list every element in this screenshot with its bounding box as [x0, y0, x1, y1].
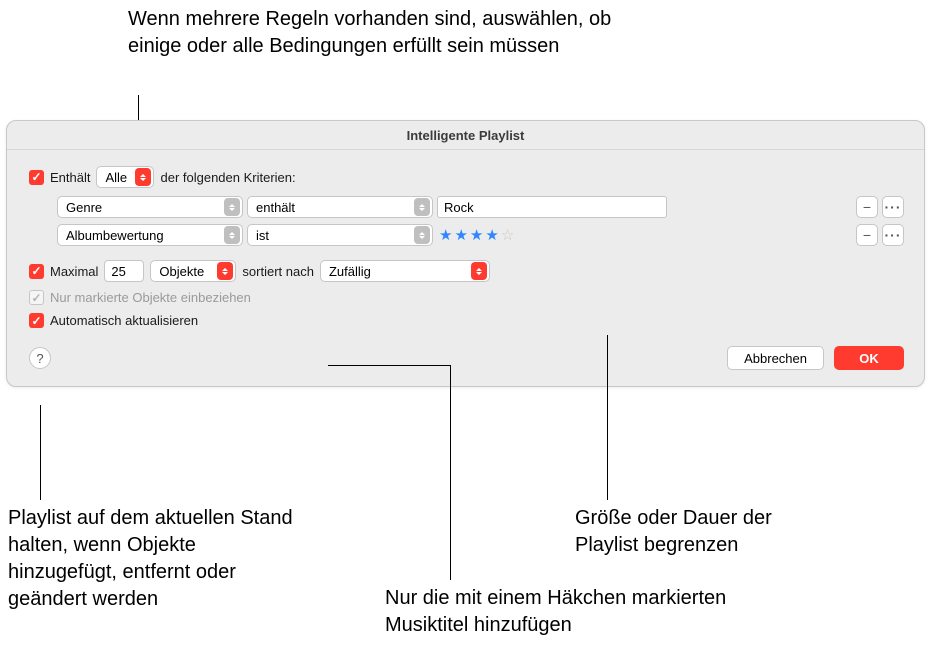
dialog-body: Enthält Alle der folgenden Kriterien: Ge…	[7, 150, 924, 386]
dialog-footer: ? Abbrechen OK	[29, 346, 904, 370]
dialog-title: Intelligente Playlist	[7, 121, 924, 150]
rule-row: Genre enthält Rock − ···	[57, 196, 904, 218]
limit-value-text: 25	[111, 264, 125, 279]
limit-sort-value: Zufällig	[329, 264, 467, 279]
limit-label: Maximal	[50, 264, 98, 279]
only-checked-checkbox[interactable]	[29, 290, 44, 305]
callout-only-checked: Nur die mit einem Häkchen markierten Mus…	[385, 585, 765, 639]
rule-op-popup[interactable]: ist	[247, 224, 433, 246]
rule-more-button[interactable]: ···	[882, 196, 904, 218]
chevron-updown-icon	[217, 262, 233, 280]
callout-line	[328, 365, 451, 366]
only-checked-row: Nur markierte Objekte einbeziehen	[29, 290, 904, 305]
rule-op-value: ist	[256, 228, 410, 243]
rule-field-value: Albumbewertung	[66, 228, 220, 243]
callout-limit: Größe oder Dauer der Playlist begrenzen	[575, 505, 835, 559]
chevron-updown-icon	[224, 226, 240, 244]
star-outline-icon: ☆	[501, 226, 516, 244]
limit-checkbox[interactable]	[29, 264, 44, 279]
match-label: Enthält	[50, 170, 90, 185]
limit-value-input[interactable]: 25	[104, 260, 144, 282]
cancel-button[interactable]: Abbrechen	[727, 346, 824, 370]
rule-value-text: Rock	[444, 200, 474, 215]
only-checked-label: Nur markierte Objekte einbeziehen	[50, 290, 251, 305]
remove-rule-button[interactable]: −	[856, 224, 878, 246]
live-update-checkbox[interactable]	[29, 313, 44, 328]
match-row: Enthält Alle der folgenden Kriterien:	[29, 166, 904, 188]
callout-match-mode: Wenn mehrere Regeln vorhanden sind, ausw…	[128, 6, 638, 60]
ok-button[interactable]: OK	[834, 346, 904, 370]
rule-op-value: enthält	[256, 200, 410, 215]
callout-line	[40, 405, 41, 500]
star-icon: ★	[470, 226, 485, 244]
callout-line	[607, 335, 608, 500]
rule-more-button[interactable]: ···	[882, 224, 904, 246]
rule-field-value: Genre	[66, 200, 220, 215]
chevron-updown-icon	[414, 198, 430, 216]
callout-line	[450, 365, 451, 580]
limit-row: Maximal 25 Objekte sortiert nach Zufälli…	[29, 260, 904, 282]
smart-playlist-dialog: Intelligente Playlist Enthält Alle der f…	[6, 120, 925, 387]
live-update-label: Automatisch aktualisieren	[50, 313, 198, 328]
rule-row: Albumbewertung ist ★ ★ ★ ★ ☆ − ···	[57, 224, 904, 246]
live-update-row: Automatisch aktualisieren	[29, 313, 904, 328]
rule-field-popup[interactable]: Genre	[57, 196, 243, 218]
star-icon: ★	[439, 226, 454, 244]
star-icon: ★	[454, 226, 469, 244]
rule-field-popup[interactable]: Albumbewertung	[57, 224, 243, 246]
remove-rule-button[interactable]: −	[856, 196, 878, 218]
match-suffix: der folgenden Kriterien:	[160, 170, 295, 185]
chevron-updown-icon	[414, 226, 430, 244]
rule-op-popup[interactable]: enthält	[247, 196, 433, 218]
chevron-updown-icon	[135, 168, 151, 186]
limit-sort-label: sortiert nach	[242, 264, 314, 279]
footer-buttons: Abbrechen OK	[727, 346, 904, 370]
help-button[interactable]: ?	[29, 347, 51, 369]
match-checkbox[interactable]	[29, 170, 44, 185]
callout-live-update: Playlist auf dem aktuellen Stand halten,…	[8, 505, 308, 613]
limit-unit-value: Objekte	[159, 264, 213, 279]
match-mode-popup[interactable]: Alle	[96, 166, 154, 188]
limit-unit-popup[interactable]: Objekte	[150, 260, 236, 282]
rule-value-input[interactable]: Rock	[437, 196, 667, 218]
chevron-updown-icon	[471, 262, 487, 280]
rule-stars-input[interactable]: ★ ★ ★ ★ ☆	[437, 224, 667, 246]
match-mode-value: Alle	[105, 170, 131, 185]
rules-list: Genre enthält Rock − ··· Albumbewertung	[57, 196, 904, 246]
chevron-updown-icon	[224, 198, 240, 216]
limit-sort-popup[interactable]: Zufällig	[320, 260, 490, 282]
star-icon: ★	[485, 226, 500, 244]
